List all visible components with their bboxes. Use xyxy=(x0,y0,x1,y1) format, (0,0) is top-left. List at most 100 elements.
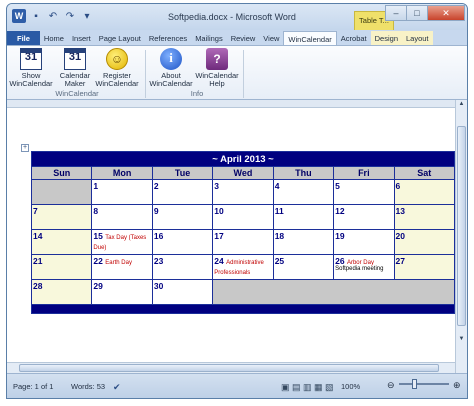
ribbon-tabs: File Home Insert Page Layout References … xyxy=(7,30,467,46)
page-count[interactable]: Page: 1 of 1 xyxy=(13,382,53,391)
maximize-button[interactable]: □ xyxy=(406,5,428,21)
day-name-header: Fri xyxy=(333,166,395,180)
day-cell[interactable]: 15 Tax Day (Taxes Due) xyxy=(91,229,153,255)
tab-file[interactable]: File xyxy=(7,31,40,46)
calendar-title: ~ April 2013 ~ xyxy=(31,151,455,167)
word-window: W ▪ ↶ ↷ ▾ Softpedia.docx - Microsoft Wor… xyxy=(6,3,468,399)
tab-references[interactable]: References xyxy=(145,31,191,46)
view-buttons-icon[interactable]: ▣ ▤ ▥ ▦ ▧ xyxy=(281,382,334,393)
scrollbar-thumb[interactable] xyxy=(19,364,439,372)
day-cell[interactable]: 7 xyxy=(30,204,93,230)
proofing-icon[interactable]: ✔ xyxy=(113,382,121,393)
day-cell[interactable]: 20 xyxy=(393,229,455,255)
day-cell[interactable]: 29 xyxy=(91,279,153,305)
calendar-table: ~ April 2013 ~ Sun Mon Tue Wed Thu Fri S… xyxy=(30,151,455,314)
close-button[interactable]: ✕ xyxy=(427,5,465,21)
calendar-week-row: 14 15 Tax Day (Taxes Due) 16 17 18 19 20 xyxy=(30,229,455,255)
table-move-handle-icon[interactable]: + xyxy=(21,144,29,152)
show-wincalendar-button[interactable]: 31 Show WinCalendar xyxy=(9,48,53,88)
zoom-slider-knob[interactable] xyxy=(412,379,417,389)
scroll-up-icon[interactable]: ▲ xyxy=(456,101,467,111)
tab-review[interactable]: Review xyxy=(227,31,260,46)
day-name-header: Wed xyxy=(212,166,274,180)
day-number: 14 xyxy=(33,231,43,241)
title-bar: W ▪ ↶ ↷ ▾ Softpedia.docx - Microsoft Wor… xyxy=(7,4,467,30)
tab-acrobat[interactable]: Acrobat xyxy=(337,31,371,46)
wincalendar-help-button[interactable]: ? WinCalendar Help xyxy=(193,48,241,88)
tab-insert[interactable]: Insert xyxy=(68,31,95,46)
day-cell[interactable]: 18 xyxy=(272,229,335,255)
quick-access-toolbar: W ▪ ↶ ↷ ▾ xyxy=(12,9,94,23)
day-number: 30 xyxy=(153,281,164,291)
zoom-level[interactable]: 100% xyxy=(341,382,360,391)
about-wincalendar-label: About WinCalendar xyxy=(149,71,193,88)
zoom-slider[interactable] xyxy=(399,379,449,389)
day-cell[interactable]: 4 xyxy=(272,179,335,205)
horizontal-scrollbar[interactable] xyxy=(7,362,455,373)
day-cell[interactable]: 8 xyxy=(91,204,153,230)
register-wincalendar-button[interactable]: ☺ Register WinCalendar xyxy=(93,48,141,88)
day-cell[interactable]: 6 xyxy=(393,179,455,205)
day-cell[interactable]: 3 xyxy=(212,179,274,205)
day-cell[interactable]: 5 xyxy=(333,179,395,205)
scroll-down-icon[interactable]: ▼ xyxy=(456,336,467,346)
day-number: 1 xyxy=(93,181,99,191)
empty-day-cell[interactable] xyxy=(212,279,455,305)
window-controls: – □ ✕ xyxy=(385,5,465,21)
redo-icon[interactable]: ↷ xyxy=(63,9,77,23)
day-cell[interactable]: 25 xyxy=(272,254,335,280)
tab-wincalendar[interactable]: WinCalendar xyxy=(283,31,337,46)
zoom-out-icon[interactable]: ⊖ xyxy=(387,380,395,391)
day-cell[interactable]: 2 xyxy=(151,179,214,205)
tab-home[interactable]: Home xyxy=(40,31,68,46)
day-cell[interactable]: 23 xyxy=(151,254,214,280)
minimize-button[interactable]: – xyxy=(385,5,407,21)
day-cell[interactable]: 21 xyxy=(30,254,93,280)
day-cell[interactable]: 27 xyxy=(393,254,455,280)
day-cell[interactable]: 30 xyxy=(151,279,214,305)
day-cell[interactable]: 12 xyxy=(333,204,395,230)
day-cell[interactable]: 22 Earth Day xyxy=(91,254,153,280)
day-cell[interactable]: 26 Arbor Day Softpedia meeting xyxy=(333,254,395,280)
tab-design[interactable]: Design xyxy=(370,31,402,46)
day-name-header: Sat xyxy=(393,166,455,180)
zoom-in-icon[interactable]: ⊕ xyxy=(453,380,461,391)
vertical-scrollbar[interactable]: ▲ ▼ xyxy=(455,100,467,373)
calendar-maker-button[interactable]: 31 Calendar Maker xyxy=(53,48,97,88)
word-icon[interactable]: W xyxy=(12,9,26,23)
day-number: 21 xyxy=(33,256,43,266)
about-wincalendar-button[interactable]: i About WinCalendar xyxy=(147,48,195,88)
day-cell[interactable]: 19 xyxy=(333,229,395,255)
day-cell[interactable]: 28 xyxy=(30,279,93,305)
tab-view[interactable]: View xyxy=(259,31,283,46)
day-number: 10 xyxy=(214,206,224,216)
day-cell[interactable]: 14 xyxy=(30,229,93,255)
customize-icon[interactable]: ▾ xyxy=(80,9,94,23)
day-cell[interactable]: 9 xyxy=(151,204,214,230)
day-cell[interactable]: 24 Administrative Professionals xyxy=(212,254,274,280)
undo-icon[interactable]: ↶ xyxy=(46,9,60,23)
day-number: 25 xyxy=(274,256,285,266)
wincalendar-help-label: WinCalendar Help xyxy=(195,71,239,88)
day-number: 29 xyxy=(93,281,103,291)
tab-page-layout[interactable]: Page Layout xyxy=(95,31,145,46)
day-cell[interactable]: 1 xyxy=(91,179,153,205)
tab-mailings[interactable]: Mailings xyxy=(191,31,227,46)
scrollbar-thumb[interactable] xyxy=(457,126,466,326)
empty-day-cell[interactable] xyxy=(30,179,93,205)
day-cell[interactable]: 10 xyxy=(212,204,274,230)
horizontal-ruler[interactable] xyxy=(7,100,467,108)
day-cell[interactable]: 17 xyxy=(212,229,274,255)
document-area[interactable]: + ~ April 2013 ~ Sun Mon Tue Wed Thu Fri… xyxy=(7,108,455,372)
day-cell[interactable]: 16 xyxy=(151,229,214,255)
day-number: 23 xyxy=(153,256,164,266)
word-count[interactable]: Words: 53 xyxy=(71,382,105,391)
tab-layout[interactable]: Layout xyxy=(402,31,433,46)
day-number: 22 xyxy=(93,256,103,266)
save-icon[interactable]: ▪ xyxy=(29,9,43,23)
day-cell[interactable]: 11 xyxy=(272,204,335,230)
ribbon: 31 Show WinCalendar 31 Calendar Maker ☺ … xyxy=(7,45,467,100)
day-number: 19 xyxy=(335,231,345,241)
calendar-week-row: 28 29 30 xyxy=(30,279,455,305)
day-cell[interactable]: 13 xyxy=(393,204,455,230)
